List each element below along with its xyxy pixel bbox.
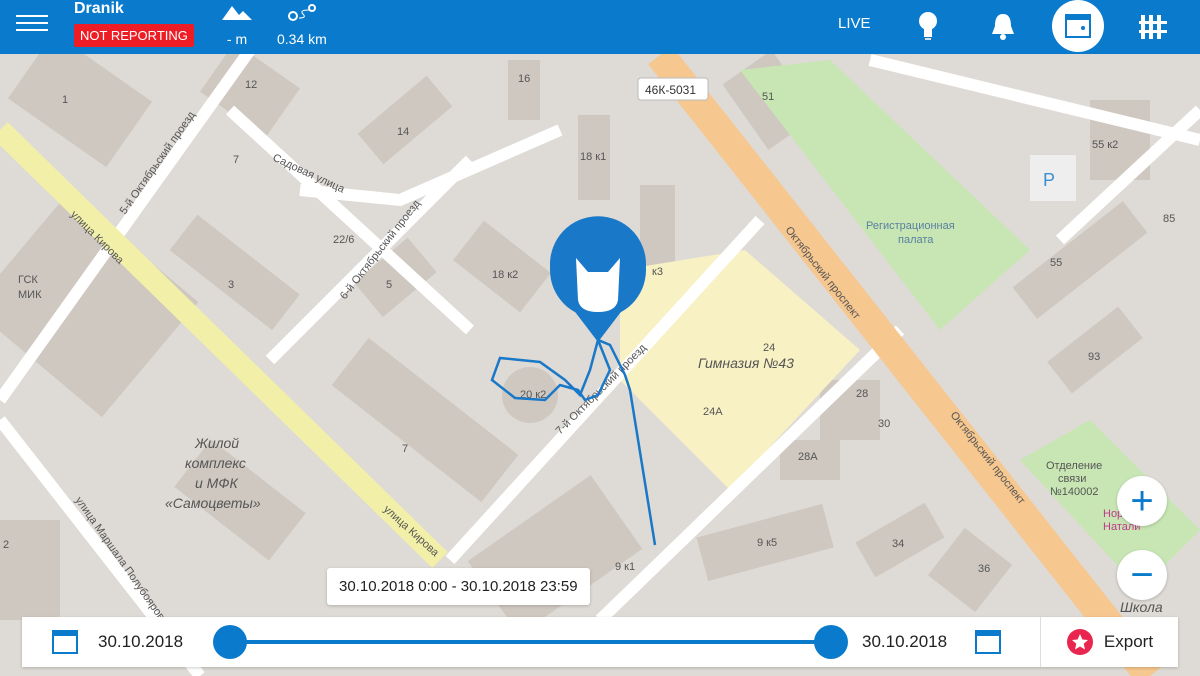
calendar-icon <box>1065 14 1091 38</box>
house-number: 93 <box>1088 351 1100 363</box>
house-number: 85 <box>1163 213 1175 225</box>
map-label: комплекс <box>185 455 246 471</box>
altitude-value: - m <box>226 31 248 47</box>
live-button[interactable]: LIVE <box>838 15 871 32</box>
house-number: 30 <box>878 418 890 430</box>
start-slider-handle[interactable] <box>213 625 247 659</box>
map[interactable]: Октябрьский проспект Октябрьский проспек… <box>0 0 1200 676</box>
route-icon <box>287 4 316 21</box>
house-number: к3 <box>652 266 663 278</box>
map-label: Отделение <box>1046 460 1102 472</box>
house-number: 7 <box>402 443 408 455</box>
timeline-bar: 30.10.2018 30.10.2018 Export <box>22 617 1178 667</box>
status-badge: NOT REPORTING <box>74 24 194 47</box>
house-number: 36 <box>978 563 990 575</box>
distance-value: 0.34 km <box>277 31 327 47</box>
house-number: 22/6 <box>333 234 354 246</box>
map-label: и МФК <box>195 475 238 491</box>
map-label: МИК <box>18 289 42 301</box>
house-number: 18 к2 <box>492 269 518 281</box>
svg-text:P: P <box>1043 170 1055 190</box>
house-number: 55 к2 <box>1092 139 1118 151</box>
menu-icon[interactable] <box>16 10 48 34</box>
house-number: 24 <box>763 342 775 354</box>
map-label: Гимназия №43 <box>698 355 794 371</box>
map-label: «Самоцветы» <box>165 495 261 511</box>
house-number: 24А <box>703 406 723 418</box>
house-number: 28А <box>798 451 818 463</box>
export-button[interactable]: Export <box>1040 617 1178 667</box>
start-calendar-icon[interactable] <box>52 630 78 654</box>
house-number: 3 <box>228 279 234 291</box>
map-label: связи <box>1058 473 1086 485</box>
device-name: Dranik <box>74 0 124 17</box>
house-number: 7 <box>233 154 239 166</box>
house-number: 14 <box>397 126 409 138</box>
altitude-stat: - m <box>222 4 252 47</box>
date-range-tooltip: 30.10.2018 0:00 - 30.10.2018 23:59 <box>327 568 590 605</box>
house-number: 9 к1 <box>615 561 635 573</box>
calendar-button[interactable] <box>1052 0 1104 52</box>
parking-icon: P <box>1030 155 1076 201</box>
lightbulb-icon[interactable] <box>910 8 946 44</box>
distance-stat: 0.34 km <box>277 4 327 47</box>
map-label: палата <box>898 234 934 246</box>
end-calendar-icon[interactable] <box>975 630 1001 654</box>
house-number: 18 к1 <box>580 151 606 163</box>
map-label: Регистрационная <box>866 220 955 232</box>
house-number: 16 <box>518 73 530 85</box>
zoom-in-button[interactable]: + <box>1117 476 1167 526</box>
house-number: 9 к5 <box>757 537 777 549</box>
star-icon <box>1066 629 1093 655</box>
house-number: 28 <box>856 388 868 400</box>
house-number: 34 <box>892 538 904 550</box>
house-number: 1 <box>62 94 68 106</box>
map-label: Школа <box>1120 599 1163 615</box>
zoom-out-button[interactable]: − <box>1117 550 1167 600</box>
mountain-icon <box>222 6 252 20</box>
timeline-slider-track[interactable] <box>230 640 830 644</box>
end-slider-handle[interactable] <box>814 625 848 659</box>
svg-text:46К-5031: 46К-5031 <box>645 83 696 97</box>
house-number: 12 <box>245 79 257 91</box>
house-number: 5 <box>386 279 392 291</box>
house-number: 51 <box>762 91 774 103</box>
export-label: Export <box>1103 632 1154 651</box>
map-label: №140002 <box>1050 486 1099 498</box>
start-date[interactable]: 30.10.2018 <box>98 632 183 652</box>
house-number: 55 <box>1050 257 1062 269</box>
map-label: ГСК <box>18 274 38 286</box>
top-bar: Dranik NOT REPORTING - m 0.34 km LIVE <box>0 0 1200 54</box>
end-date[interactable]: 30.10.2018 <box>862 632 947 652</box>
road-shield: 46К-5031 <box>637 77 709 101</box>
house-number: 2 <box>3 539 9 551</box>
map-label: Жилой <box>194 435 239 451</box>
fence-icon[interactable] <box>1135 8 1171 44</box>
bell-icon[interactable] <box>985 8 1021 44</box>
